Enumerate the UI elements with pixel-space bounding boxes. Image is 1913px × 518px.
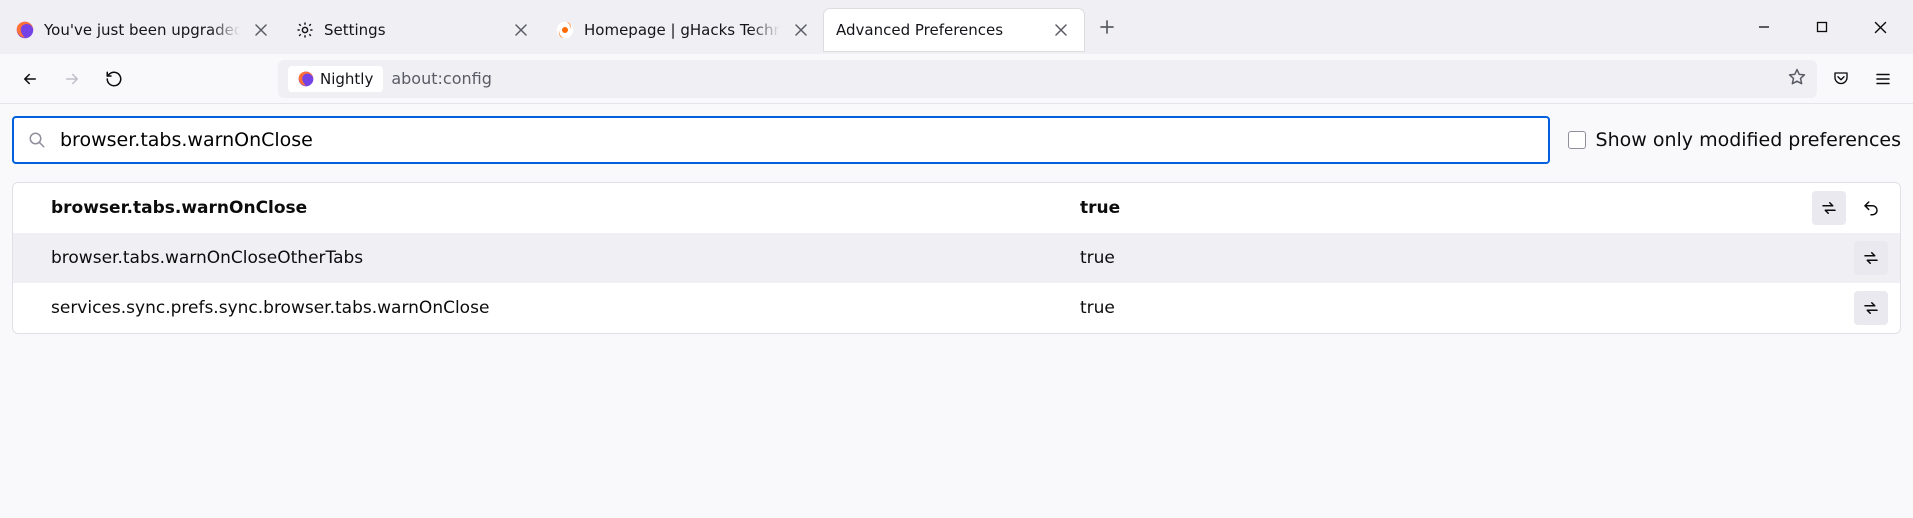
back-button[interactable]: [12, 61, 48, 97]
pref-search-box[interactable]: [12, 116, 1550, 164]
reset-button[interactable]: [1854, 191, 1888, 225]
close-icon[interactable]: [790, 19, 812, 41]
firefox-icon: [298, 71, 314, 87]
maximize-button[interactable]: [1793, 0, 1851, 54]
only-modified-toggle[interactable]: Show only modified preferences: [1568, 129, 1901, 151]
identity-label: Nightly: [320, 70, 373, 88]
close-window-button[interactable]: [1851, 0, 1909, 54]
window-controls: [1735, 0, 1909, 54]
url-text: about:config: [391, 69, 492, 88]
tab-label: You've just been upgraded to Firefox: [44, 21, 240, 39]
pref-row[interactable]: browser.tabs.warnOnClose true: [13, 183, 1900, 233]
checkbox-icon[interactable]: [1568, 131, 1586, 149]
pref-value: true: [1080, 198, 1800, 218]
swap-arrows-icon: [1820, 199, 1838, 217]
swap-arrows-icon: [1862, 249, 1880, 267]
minimize-button[interactable]: [1735, 0, 1793, 54]
pref-value: true: [1080, 248, 1800, 268]
reload-button[interactable]: [96, 61, 132, 97]
forward-button[interactable]: [54, 61, 90, 97]
search-icon: [28, 131, 46, 149]
pref-row[interactable]: browser.tabs.warnOnCloseOtherTabs true: [13, 233, 1900, 283]
tab-label: Homepage | gHacks Technology News: [584, 21, 780, 39]
app-menu-button[interactable]: [1865, 61, 1901, 97]
ghacks-icon: [556, 21, 574, 39]
pref-value: true: [1080, 298, 1800, 318]
save-to-pocket-button[interactable]: [1823, 61, 1859, 97]
browser-toolbar: Nightly about:config: [0, 54, 1913, 104]
swap-arrows-icon: [1862, 299, 1880, 317]
url-bar[interactable]: Nightly about:config: [278, 60, 1817, 98]
close-icon[interactable]: [250, 19, 272, 41]
about-config-page: Show only modified preferences browser.t…: [0, 104, 1913, 518]
undo-icon: [1862, 199, 1880, 217]
identity-box[interactable]: Nightly: [288, 66, 383, 92]
bookmark-star-icon[interactable]: [1787, 67, 1807, 91]
toggle-button[interactable]: [1854, 291, 1888, 325]
close-icon[interactable]: [510, 19, 532, 41]
only-modified-label: Show only modified preferences: [1596, 129, 1901, 151]
pref-row[interactable]: services.sync.prefs.sync.browser.tabs.wa…: [13, 283, 1900, 333]
tab-strip: You've just been upgraded to Firefox Set…: [0, 0, 1913, 54]
tab-item[interactable]: Homepage | gHacks Technology News: [544, 9, 824, 51]
tab-item[interactable]: Settings: [284, 9, 544, 51]
tab-label: Settings: [324, 21, 500, 39]
tab-item-active[interactable]: Advanced Preferences: [824, 9, 1084, 51]
tab-item[interactable]: You've just been upgraded to Firefox: [4, 9, 284, 51]
toggle-button[interactable]: [1854, 241, 1888, 275]
firefox-icon: [16, 21, 34, 39]
pref-table: browser.tabs.warnOnClose true browser.ta…: [12, 182, 1901, 334]
gear-icon: [296, 21, 314, 39]
pref-name: browser.tabs.warnOnCloseOtherTabs: [51, 248, 1080, 268]
pref-search-input[interactable]: [58, 128, 1534, 152]
pref-name: services.sync.prefs.sync.browser.tabs.wa…: [51, 298, 1080, 318]
close-icon[interactable]: [1050, 19, 1072, 41]
new-tab-button[interactable]: [1090, 10, 1124, 44]
tab-label: Advanced Preferences: [836, 21, 1040, 39]
toggle-button[interactable]: [1812, 191, 1846, 225]
pref-name: browser.tabs.warnOnClose: [51, 198, 1080, 218]
